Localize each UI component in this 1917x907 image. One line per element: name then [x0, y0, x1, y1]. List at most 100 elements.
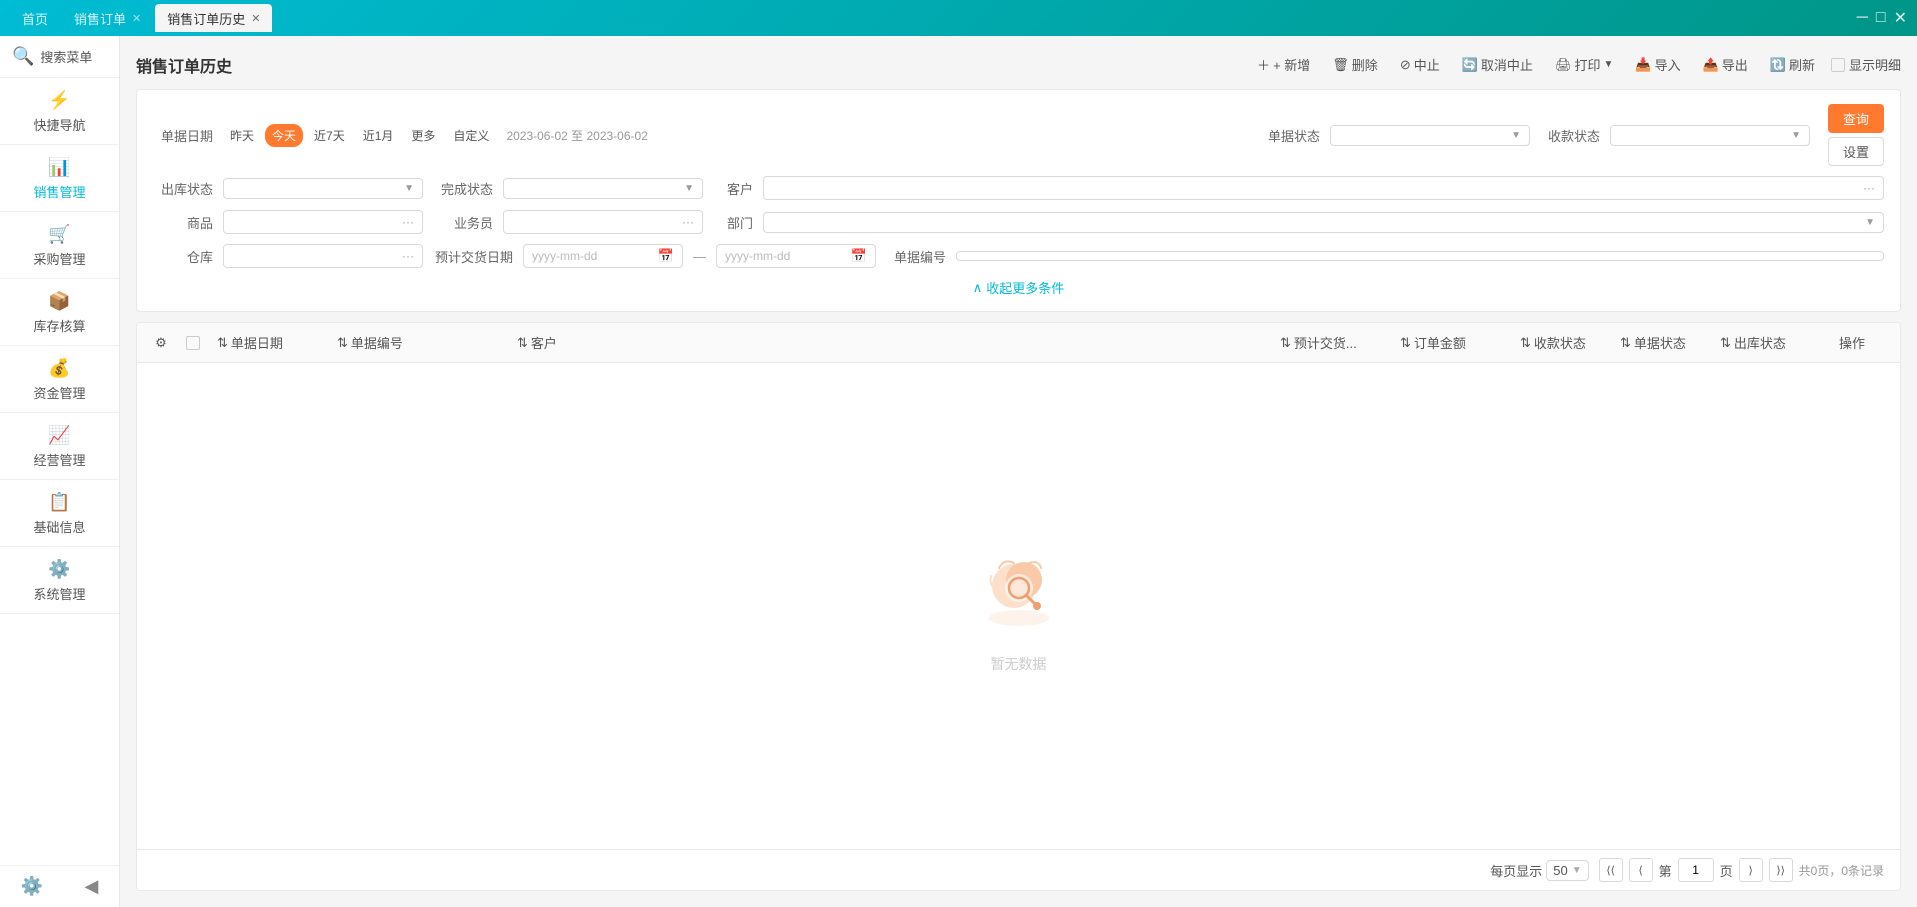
col-header-out-status[interactable]: ⇅ 出库状态 [1712, 333, 1812, 352]
sidebar-item-inventory[interactable]: 📦 库存核算 [0, 279, 119, 346]
cancel-stop-button[interactable]: 🔄 取消中止 [1456, 52, 1539, 77]
sidebar-item-search[interactable]: 🔍 搜索菜单 [0, 36, 119, 78]
settings-bottom-icon[interactable]: ⚙️ [21, 876, 43, 897]
col-header-action: 操作 [1812, 333, 1892, 352]
date-btn-custom[interactable]: 自定义 [446, 124, 496, 147]
import-button[interactable]: 📥 导入 [1629, 52, 1686, 77]
collapse-arrow-icon: ∧ [973, 280, 983, 296]
col-header-number[interactable]: ⇅ 单据编号 [329, 333, 509, 352]
sort-up-number-icon: ⇅ [337, 335, 348, 351]
refresh-button[interactable]: 🔃 刷新 [1764, 52, 1821, 77]
col-header-order-status[interactable]: ⇅ 单据状态 [1612, 333, 1712, 352]
col-order-status-label: 单据状态 [1634, 333, 1686, 352]
tab-sales-order-close[interactable]: ✕ [132, 12, 141, 25]
settings-button[interactable]: 设置 [1828, 137, 1884, 166]
date-btn-1month[interactable]: 近1月 [356, 124, 401, 147]
salesperson-label: 业务员 [433, 213, 493, 232]
table-checkbox-col[interactable] [177, 336, 209, 350]
settings-col-icon[interactable]: ⚙ [155, 335, 167, 351]
sort-up-pay-icon: ⇅ [1520, 335, 1531, 351]
col-header-amount[interactable]: ⇅ 订单金额 [1392, 333, 1512, 352]
sidebar-item-finance[interactable]: 💰 资金管理 [0, 346, 119, 413]
salesperson-input[interactable]: ··· [503, 210, 703, 234]
export-button[interactable]: 📤 导出 [1697, 52, 1754, 77]
goods-picker-icon[interactable]: ··· [402, 215, 414, 229]
page-size-box[interactable]: 50 ▼ [1546, 860, 1588, 881]
dept-select[interactable]: ▼ [763, 212, 1884, 233]
tab-sales-order[interactable]: 销售订单 ✕ [62, 4, 153, 32]
tab-sales-order-history[interactable]: 销售订单历史 ✕ [155, 4, 272, 32]
page-next-button[interactable]: ⟩ [1739, 858, 1763, 882]
date-dash: — [693, 249, 706, 264]
print-button[interactable]: 🖨 打印 ▼ [1549, 52, 1619, 77]
order-number-input[interactable] [956, 251, 1884, 261]
goods-label: 商品 [153, 213, 213, 232]
sidebar-quicknav-label: 快捷导航 [33, 115, 85, 134]
warehouse-label: 仓库 [153, 247, 213, 266]
warehouse-input[interactable]: ··· [223, 244, 423, 268]
date-btn-yesterday[interactable]: 昨天 [223, 124, 261, 147]
sidebar-item-sales[interactable]: 📊 销售管理 [0, 145, 119, 212]
window-close-icon[interactable]: ✕ [1894, 8, 1907, 28]
payment-status-arrow-icon: ▼ [1791, 130, 1801, 141]
order-status-arrow-icon: ▼ [1511, 130, 1521, 141]
sidebar-item-operations[interactable]: 📈 经营管理 [0, 413, 119, 480]
order-status-select[interactable]: ▼ [1330, 125, 1530, 146]
delete-button[interactable]: 🗑 删除 [1326, 52, 1384, 77]
page-prev-button[interactable]: ⟨ [1629, 858, 1653, 882]
out-status-select[interactable]: ▼ [223, 178, 423, 199]
goods-input[interactable]: ··· [223, 210, 423, 234]
cancel-stop-label: 取消中止 [1481, 55, 1533, 74]
export-label: 导出 [1722, 55, 1748, 74]
page-first-button[interactable]: ⟨⟨ [1599, 858, 1623, 882]
base-info-icon: 📋 [48, 492, 70, 513]
date-btn-7days[interactable]: 近7天 [307, 124, 352, 147]
page-size-value: 50 [1553, 863, 1567, 878]
collapse-button[interactable]: ∧ 收起更多条件 [153, 278, 1884, 297]
tab-sales-order-history-close[interactable]: ✕ [251, 12, 260, 25]
warehouse-picker-icon[interactable]: ··· [402, 249, 414, 263]
query-button[interactable]: 查询 [1828, 104, 1884, 133]
window-minimize-icon[interactable]: ─ [1857, 9, 1868, 27]
complete-status-label: 完成状态 [433, 179, 493, 198]
delivery-date-start[interactable]: yyyy-mm-dd 📅 [523, 244, 683, 268]
stop-button[interactable]: ⊘ 中止 [1394, 52, 1446, 77]
col-amount-label: 订单金额 [1414, 333, 1466, 352]
col-header-customer[interactable]: ⇅ 客户 [509, 333, 1272, 352]
page-number-input[interactable] [1678, 858, 1714, 882]
date-quick-buttons: 昨天 今天 近7天 近1月 更多 自定义 [223, 124, 496, 147]
calendar-end-icon: 📅 [851, 248, 867, 264]
customer-picker-icon[interactable]: ··· [1863, 181, 1875, 195]
page-last-button[interactable]: ⟩⟩ [1769, 858, 1793, 882]
customer-input[interactable]: ··· [763, 176, 1884, 200]
dept-label: 部门 [713, 213, 753, 232]
cancel-stop-icon: 🔄 [1462, 57, 1478, 73]
table-settings-col[interactable]: ⚙ [145, 335, 177, 351]
delete-icon: 🗑 [1332, 57, 1349, 73]
sidebar-search-label: 搜索菜单 [40, 47, 92, 66]
col-header-pay-status[interactable]: ⇅ 收款状态 [1512, 333, 1612, 352]
sidebar-item-system[interactable]: ⚙️ 系统管理 [0, 547, 119, 614]
sidebar-item-purchase[interactable]: 🛒 采购管理 [0, 212, 119, 279]
window-maximize-icon[interactable]: □ [1876, 9, 1886, 27]
sidebar-bottom: ⚙️ ◀ [0, 865, 119, 907]
display-detail-toggle[interactable]: 显示明细 [1831, 55, 1901, 74]
export-icon: 📤 [1703, 57, 1719, 73]
sort-up-amount-icon: ⇅ [1400, 335, 1411, 351]
date-btn-today[interactable]: 今天 [265, 124, 303, 147]
date-btn-more[interactable]: 更多 [404, 124, 442, 147]
tab-home[interactable]: 首页 [10, 4, 60, 32]
select-all-checkbox[interactable] [186, 336, 200, 350]
content-area: 销售订单历史 ＋ + 新增 🗑 删除 ⊘ 中止 🔄 [120, 36, 1917, 907]
table-footer: 每页显示 50 ▼ ⟨⟨ ⟨ 第 页 ⟩ ⟩⟩ 共0 [137, 849, 1900, 890]
complete-status-select[interactable]: ▼ [503, 178, 703, 199]
collapse-sidebar-icon[interactable]: ◀ [84, 876, 98, 897]
sidebar-item-quicknav[interactable]: ⚡ 快捷导航 [0, 78, 119, 145]
sidebar-item-base-info[interactable]: 📋 基础信息 [0, 480, 119, 547]
salesperson-picker-icon[interactable]: ··· [682, 215, 694, 229]
payment-status-select[interactable]: ▼ [1610, 125, 1810, 146]
new-button[interactable]: ＋ + 新增 [1251, 52, 1316, 77]
delivery-date-end[interactable]: yyyy-mm-dd 📅 [716, 244, 876, 268]
col-header-delivery[interactable]: ⇅ 预计交货... [1272, 333, 1392, 352]
col-header-date[interactable]: ⇅ 单据日期 [209, 333, 329, 352]
